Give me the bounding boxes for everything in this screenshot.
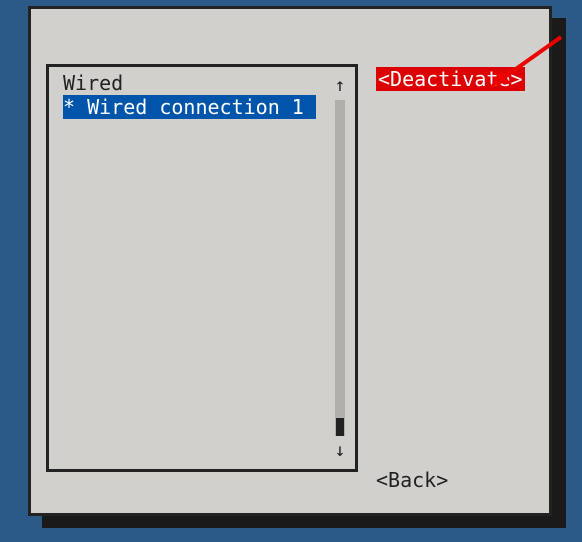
list-item-selected[interactable]: * Wired connection 1	[63, 95, 316, 119]
back-button[interactable]: <Back>	[376, 468, 448, 492]
list-category-header: Wired	[63, 71, 355, 95]
scroll-up-icon[interactable]: ↑	[335, 75, 346, 96]
scroll-track[interactable]	[335, 100, 345, 436]
scroll-down-icon[interactable]: ↓	[335, 440, 346, 461]
network-dialog: Wired * Wired connection 1 ↑ ↓ <Deactiva…	[28, 6, 552, 516]
action-panel: <Deactivate> <Back>	[376, 64, 525, 498]
dialog-content: Wired * Wired connection 1 ↑ ↓ <Deactiva…	[46, 24, 534, 498]
deactivate-button[interactable]: <Deactivate>	[376, 67, 525, 91]
list-content: Wired * Wired connection 1	[49, 67, 355, 123]
scroll-thumb[interactable]	[336, 418, 344, 436]
connection-listbox[interactable]: Wired * Wired connection 1 ↑ ↓	[46, 64, 358, 472]
scrollbar[interactable]: ↑ ↓	[333, 75, 347, 461]
